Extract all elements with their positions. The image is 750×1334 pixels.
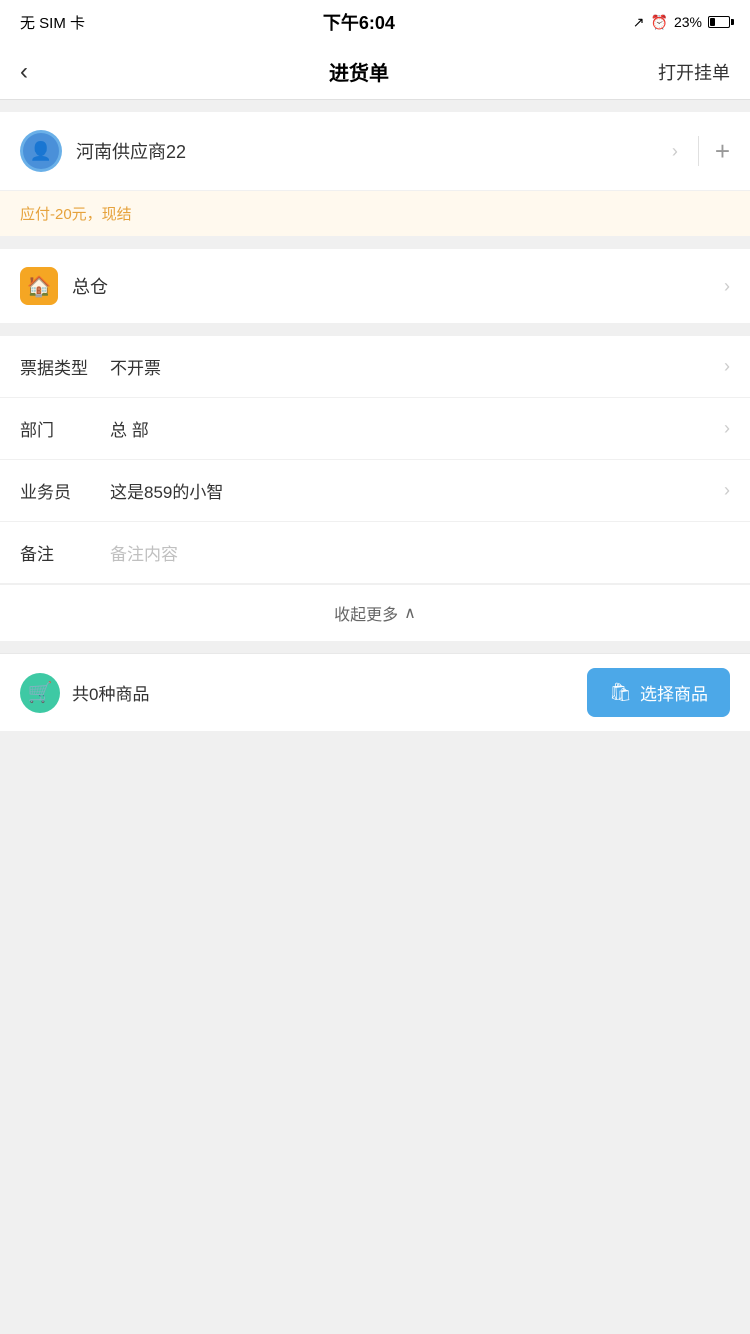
collapse-arrow-icon: ∧ bbox=[404, 603, 416, 623]
salesperson-value: 这是859的小智 bbox=[110, 478, 724, 503]
notice-text: 应付-20元，现结 bbox=[20, 206, 132, 223]
page-title: 进货单 bbox=[329, 57, 389, 86]
invoice-type-row[interactable]: 票据类型 不开票 › bbox=[0, 336, 750, 398]
salesperson-row[interactable]: 业务员 这是859的小智 › bbox=[0, 460, 750, 522]
salesperson-label: 业务员 bbox=[20, 478, 110, 503]
footer-space bbox=[0, 731, 750, 1011]
warehouse-name: 总仓 bbox=[72, 273, 724, 299]
supplier-chevron-icon: › bbox=[672, 141, 678, 162]
section-divider-2 bbox=[0, 237, 750, 249]
invoice-type-label: 票据类型 bbox=[20, 354, 110, 379]
cart-icon: 🛒 bbox=[28, 680, 53, 705]
carrier-text: 无 SIM 卡 bbox=[20, 12, 85, 33]
warehouse-row[interactable]: 🏠 总仓 › bbox=[0, 249, 750, 324]
supplier-card: 👤 河南供应商22 › + 应付-20元，现结 bbox=[0, 112, 750, 237]
remark-label: 备注 bbox=[20, 540, 110, 565]
status-bar: 无 SIM 卡 下午6:04 ↗ ⏰ 23% bbox=[0, 0, 750, 44]
collapse-label: 收起更多 bbox=[334, 601, 398, 625]
avatar-inner: 👤 bbox=[23, 133, 59, 169]
collapse-row[interactable]: 收起更多 ∧ bbox=[0, 584, 750, 641]
section-divider-4 bbox=[0, 641, 750, 653]
add-supplier-button[interactable]: + bbox=[715, 136, 730, 167]
battery-percent: 23% bbox=[674, 14, 702, 30]
remark-placeholder: 备注内容 bbox=[110, 540, 730, 565]
salesperson-chevron-icon: › bbox=[724, 480, 730, 501]
warehouse-emoji-icon: 🏠 bbox=[27, 274, 52, 299]
select-product-button[interactable]: 🛍 选择商品 bbox=[587, 668, 730, 717]
department-row[interactable]: 部门 总 部 › bbox=[0, 398, 750, 460]
alarm-icon: ⏰ bbox=[651, 14, 668, 31]
select-product-label: 选择商品 bbox=[640, 680, 708, 705]
department-chevron-icon: › bbox=[724, 418, 730, 439]
avatar-icon: 👤 bbox=[30, 141, 52, 162]
warehouse-chevron-icon: › bbox=[724, 276, 730, 297]
warehouse-icon: 🏠 bbox=[20, 267, 58, 305]
back-button[interactable]: ‹ bbox=[20, 58, 60, 86]
department-label: 部门 bbox=[20, 416, 110, 441]
section-divider-3 bbox=[0, 324, 750, 336]
form-card: 票据类型 不开票 › 部门 总 部 › 业务员 这是859的小智 › 备注 备注… bbox=[0, 336, 750, 641]
section-divider-1 bbox=[0, 100, 750, 112]
supplier-row[interactable]: 👤 河南供应商22 › + bbox=[0, 112, 750, 191]
open-pending-button[interactable]: 打开挂单 bbox=[658, 59, 730, 85]
select-product-icon: 🛍 bbox=[609, 682, 632, 703]
vertical-divider bbox=[698, 136, 699, 166]
location-icon: ↗ bbox=[633, 14, 645, 31]
status-icons: ↗ ⏰ 23% bbox=[633, 14, 730, 31]
notice-bar: 应付-20元，现结 bbox=[0, 191, 750, 237]
product-icon: 🛒 bbox=[20, 673, 60, 713]
nav-bar: ‹ 进货单 打开挂单 bbox=[0, 44, 750, 100]
invoice-type-value: 不开票 bbox=[110, 354, 724, 379]
time-text: 下午6:04 bbox=[323, 9, 395, 35]
supplier-avatar: 👤 bbox=[20, 130, 62, 172]
bottom-bar: 🛒 共0种商品 🛍 选择商品 bbox=[0, 653, 750, 731]
remark-row[interactable]: 备注 备注内容 bbox=[0, 522, 750, 584]
battery-icon bbox=[708, 16, 730, 28]
supplier-name: 河南供应商22 bbox=[76, 138, 672, 164]
invoice-type-chevron-icon: › bbox=[724, 356, 730, 377]
department-value: 总 部 bbox=[110, 416, 724, 441]
product-count-text: 共0种商品 bbox=[72, 680, 587, 705]
